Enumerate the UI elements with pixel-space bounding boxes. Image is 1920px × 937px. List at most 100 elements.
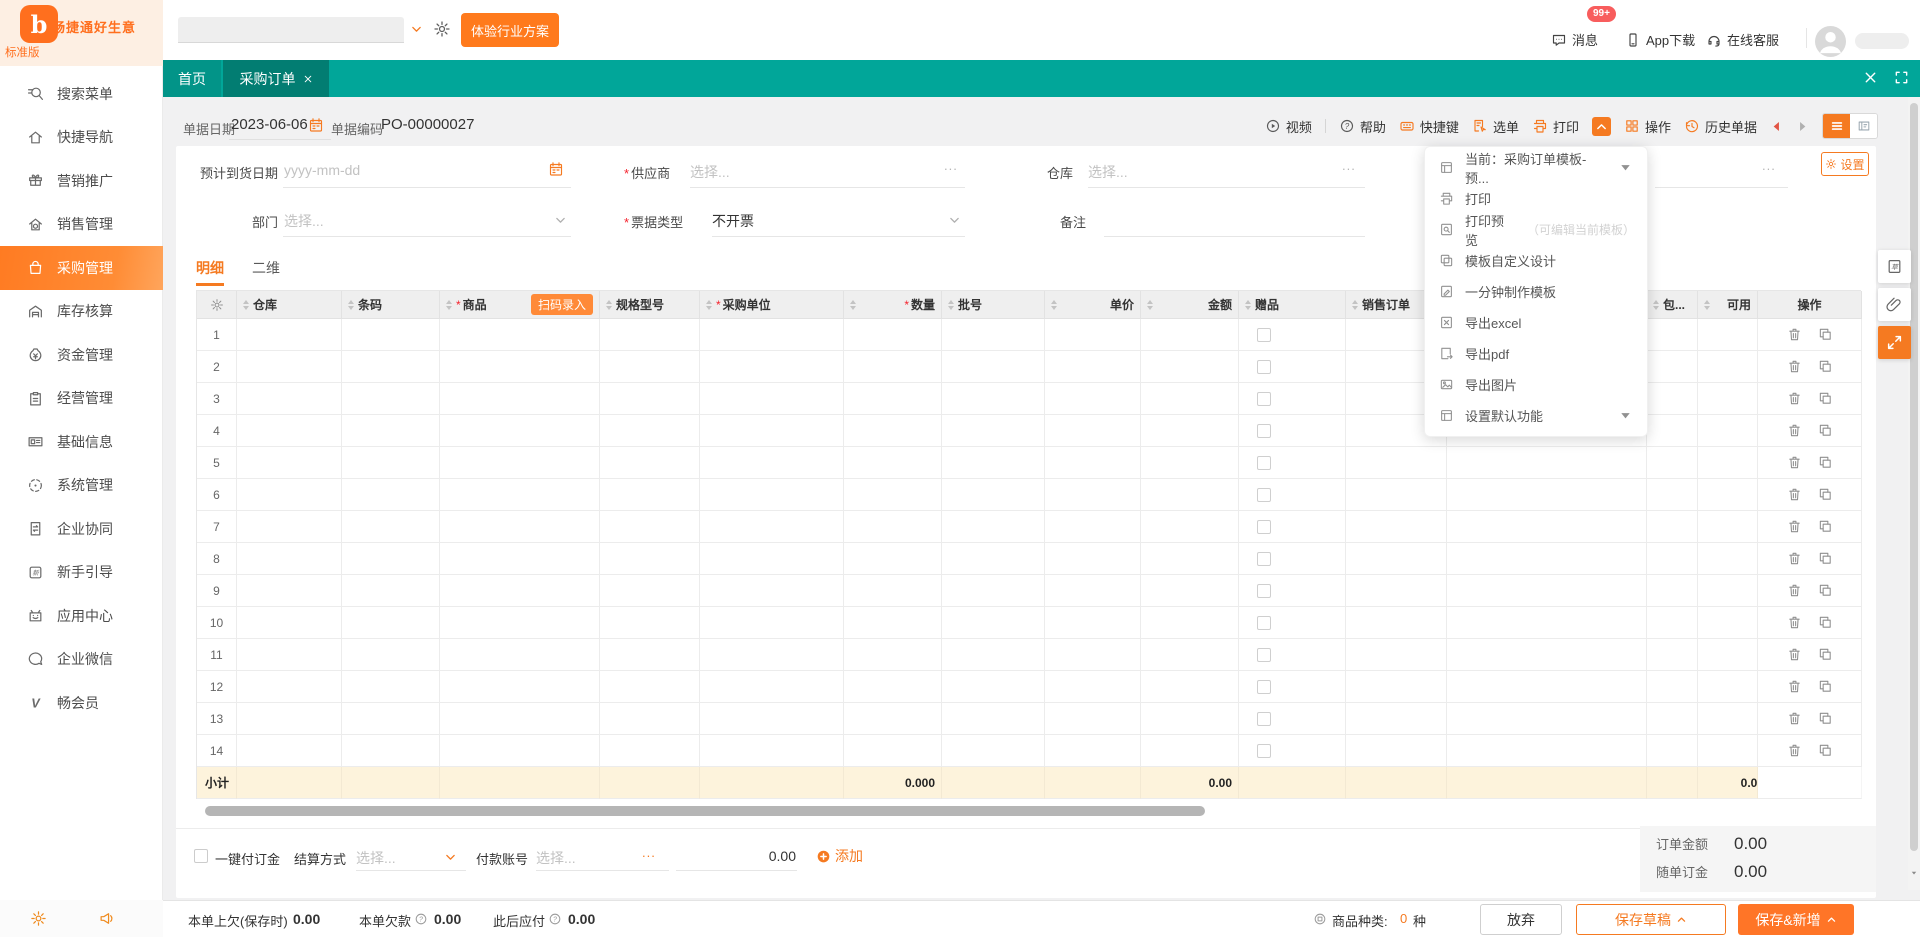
table-cell[interactable] — [1698, 735, 1758, 767]
table-cell[interactable] — [600, 671, 700, 703]
sort-icon[interactable] — [850, 299, 856, 310]
table-cell[interactable] — [1758, 351, 1862, 383]
table-cell[interactable] — [237, 671, 342, 703]
table-cell[interactable] — [1346, 511, 1447, 543]
sort-icon[interactable] — [1352, 299, 1358, 310]
table-cell[interactable] — [1141, 735, 1239, 767]
delete-row-icon[interactable] — [1787, 519, 1802, 534]
table-cell[interactable] — [844, 511, 942, 543]
table-cell[interactable] — [1239, 575, 1346, 607]
gift-checkbox[interactable] — [1257, 743, 1271, 758]
table-cell[interactable] — [1239, 383, 1346, 415]
table-cell[interactable] — [700, 479, 844, 511]
tab-home[interactable]: 首页 — [163, 60, 221, 97]
sidebar-item-9[interactable]: 系统管理 — [0, 464, 163, 508]
table-cell[interactable] — [342, 383, 440, 415]
sort-icon[interactable] — [446, 299, 452, 310]
table-cell[interactable] — [1447, 575, 1647, 607]
print-menu-item-3[interactable]: 模板自定义设计 — [1425, 245, 1647, 276]
table-cell[interactable] — [1647, 511, 1698, 543]
table-cell[interactable] — [600, 415, 700, 447]
table-cell[interactable] — [1141, 415, 1239, 447]
trial-plan-button[interactable]: 体验行业方案 — [461, 13, 559, 47]
gift-checkbox[interactable] — [1257, 391, 1271, 406]
settle-method-input[interactable]: 选择... — [356, 848, 396, 868]
copy-row-icon[interactable] — [1818, 679, 1833, 694]
table-cell[interactable] — [844, 607, 942, 639]
copy-row-icon[interactable] — [1818, 327, 1833, 342]
hotkeys-button[interactable]: 快捷键 — [1399, 117, 1459, 136]
table-cell[interactable] — [600, 479, 700, 511]
gift-checkbox[interactable] — [1257, 647, 1271, 662]
table-cell[interactable] — [600, 447, 700, 479]
table-cell[interactable] — [1045, 511, 1141, 543]
fullscreen-icon[interactable] — [1894, 70, 1909, 85]
table-cell[interactable] — [844, 351, 942, 383]
delete-row-icon[interactable] — [1787, 679, 1802, 694]
expand-button[interactable] — [1878, 326, 1911, 359]
table-cell[interactable] — [600, 511, 700, 543]
table-cell[interactable] — [342, 607, 440, 639]
table-cell[interactable] — [1346, 447, 1447, 479]
table-cell[interactable] — [342, 479, 440, 511]
table-cell[interactable] — [1647, 351, 1698, 383]
table-cell[interactable] — [1346, 735, 1447, 767]
table-cell[interactable] — [844, 383, 942, 415]
table-cell[interactable] — [1758, 479, 1862, 511]
table-cell[interactable] — [1647, 447, 1698, 479]
table-cell[interactable] — [1045, 351, 1141, 383]
table-cell[interactable] — [700, 703, 844, 735]
table-cell[interactable] — [1447, 735, 1647, 767]
gift-checkbox[interactable] — [1257, 359, 1271, 374]
gift-checkbox[interactable] — [1257, 583, 1271, 598]
print-button[interactable]: 打印 — [1532, 117, 1579, 136]
table-cell[interactable] — [1647, 543, 1698, 575]
table-cell[interactable] — [942, 415, 1045, 447]
table-cell[interactable] — [942, 383, 1045, 415]
column-settings-cell[interactable] — [197, 291, 237, 319]
table-cell[interactable] — [237, 383, 342, 415]
table-cell[interactable] — [342, 703, 440, 735]
delete-row-icon[interactable] — [1787, 583, 1802, 598]
table-cell[interactable] — [1758, 415, 1862, 447]
table-cell[interactable] — [440, 607, 600, 639]
table-cell[interactable] — [237, 703, 342, 735]
table-cell[interactable] — [1698, 607, 1758, 639]
table-cell[interactable] — [1447, 671, 1647, 703]
table-cell[interactable] — [1346, 607, 1447, 639]
sidebar-item-8[interactable]: 基础信息 — [0, 420, 163, 464]
sort-icon[interactable] — [243, 299, 249, 310]
draft-list-button[interactable]: 草 — [1878, 250, 1911, 283]
table-cell[interactable] — [1447, 703, 1647, 735]
messages-link[interactable]: 消息 — [1551, 30, 1598, 49]
table-cell[interactable] — [1045, 575, 1141, 607]
sidebar-item-5[interactable]: 库存核算 — [0, 290, 163, 334]
table-cell[interactable] — [1758, 607, 1862, 639]
table-cell[interactable] — [1647, 319, 1698, 351]
table-cell[interactable] — [1346, 703, 1447, 735]
table-cell[interactable] — [1141, 703, 1239, 735]
table-cell[interactable] — [1698, 479, 1758, 511]
copy-row-icon[interactable] — [1818, 711, 1833, 726]
table-cell[interactable] — [1758, 703, 1862, 735]
table-cell[interactable] — [1758, 447, 1862, 479]
table-cell[interactable] — [1141, 639, 1239, 671]
dept-input[interactable]: 选择... — [284, 211, 324, 231]
sidebar-item-14[interactable]: V 畅会员 — [0, 681, 163, 725]
table-cell[interactable] — [1447, 511, 1647, 543]
table-cell[interactable] — [1141, 671, 1239, 703]
table-cell[interactable] — [1698, 639, 1758, 671]
table-cell[interactable] — [942, 575, 1045, 607]
table-cell[interactable] — [237, 479, 342, 511]
table-cell[interactable] — [1141, 607, 1239, 639]
table-cell[interactable] — [942, 671, 1045, 703]
gift-checkbox[interactable] — [1257, 423, 1271, 438]
table-cell[interactable] — [1758, 671, 1862, 703]
table-cell[interactable] — [700, 447, 844, 479]
table-cell[interactable] — [1698, 671, 1758, 703]
invoice-type-value[interactable]: 不开票 — [712, 211, 754, 231]
table-cell[interactable] — [942, 479, 1045, 511]
table-cell[interactable] — [942, 511, 1045, 543]
table-cell[interactable] — [1698, 383, 1758, 415]
sort-icon[interactable] — [948, 299, 954, 310]
